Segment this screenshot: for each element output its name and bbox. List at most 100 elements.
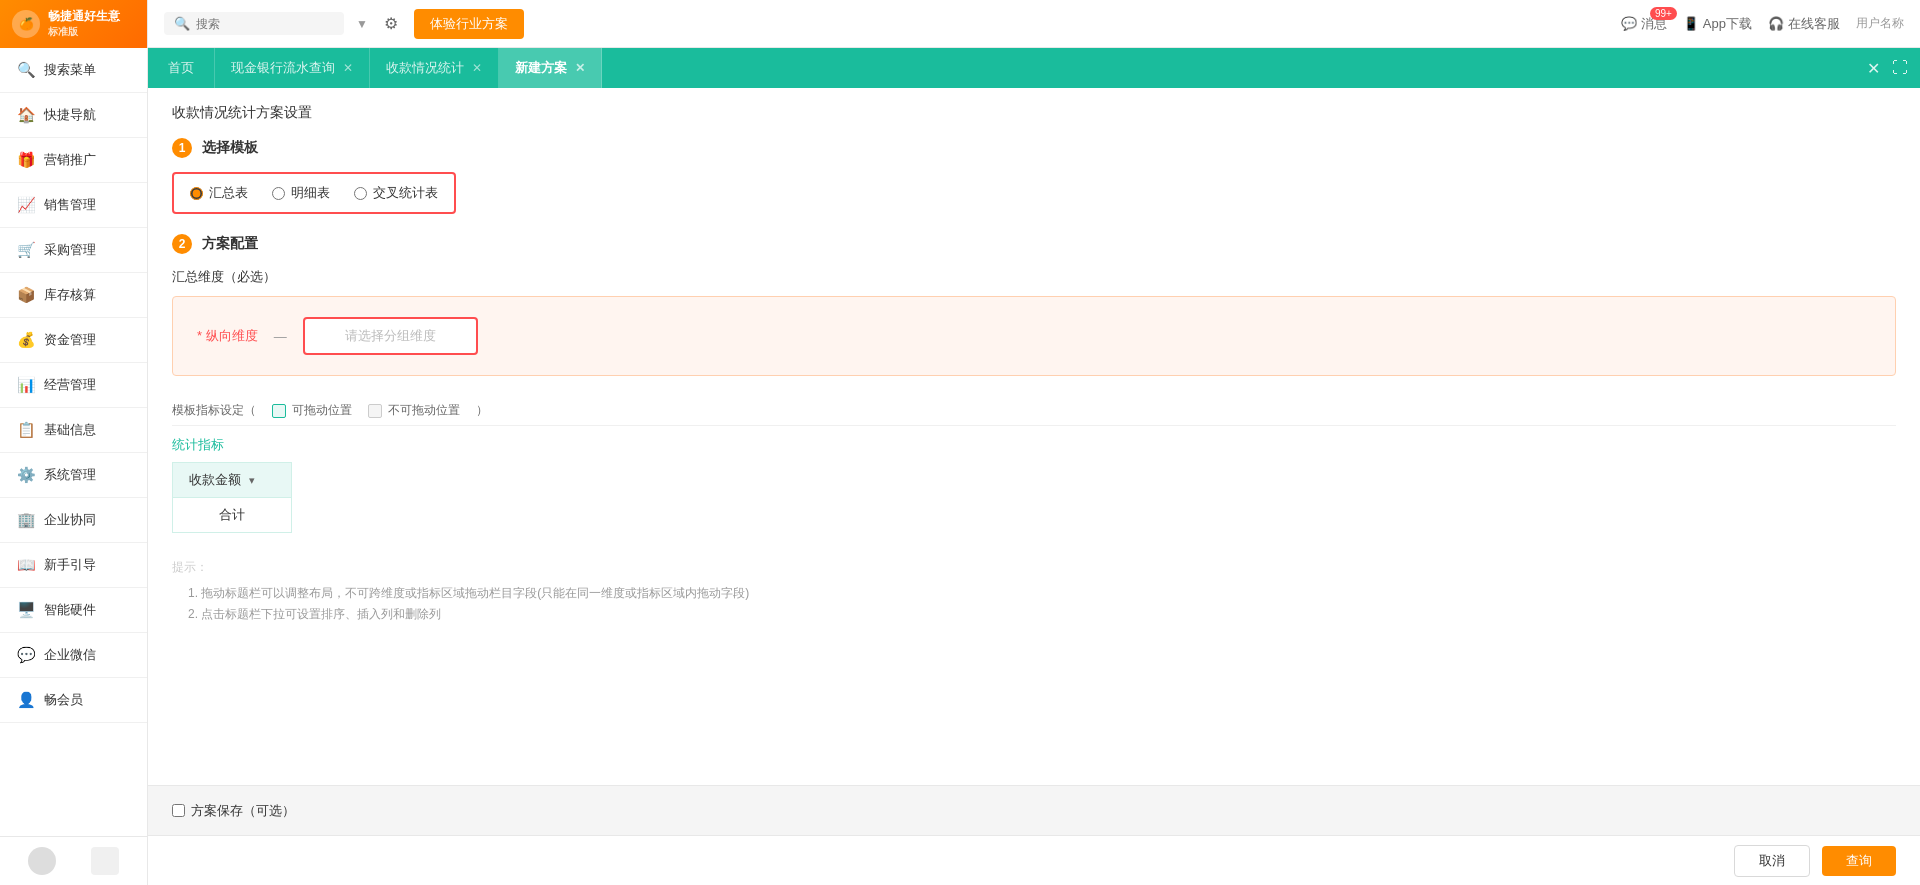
page-footer: 方案保存（可选） — [148, 785, 1920, 835]
sidebar-item-marketing[interactable]: 🎁 营销推广 — [0, 138, 147, 183]
tab-close-all-button[interactable]: ✕ — [1867, 59, 1880, 78]
sidebar-item-system[interactable]: ⚙️ 系统管理 — [0, 453, 147, 498]
trial-button[interactable]: 体验行业方案 — [414, 9, 524, 39]
col-header-dropdown-icon[interactable]: ▾ — [249, 474, 255, 487]
sidebar-item-quicknav[interactable]: 🏠 快捷导航 — [0, 93, 147, 138]
sidebar-item-enterprise[interactable]: 🏢 企业协同 — [0, 498, 147, 543]
inventory-icon: 📦 — [16, 285, 36, 305]
page-content: 收款情况统计方案设置 1 选择模板 汇总表 明细表 — [148, 88, 1920, 785]
template-selection-box: 汇总表 明细表 交叉统计表 — [172, 172, 456, 214]
section2-num: 2 — [172, 234, 192, 254]
tab-home[interactable]: 首页 — [148, 48, 215, 88]
tab-bank[interactable]: 现金银行流水查询 ✕ — [215, 48, 370, 88]
member-icon: 👤 — [16, 690, 36, 710]
sidebar-item-member[interactable]: 👤 畅会员 — [0, 678, 147, 723]
section1-title: 选择模板 — [202, 139, 258, 157]
no-drag-indicator: 不可拖动位置 — [368, 402, 460, 419]
chevron-down-icon[interactable]: ▼ — [356, 17, 368, 31]
enterprise-icon: 🏢 — [16, 510, 36, 530]
message-badge: 99+ — [1650, 7, 1677, 20]
tip1: 1. 拖动标题栏可以调整布局，不可跨维度或指标区域拖动栏目字段(只能在同一维度或… — [172, 583, 1896, 605]
save-checkbox[interactable] — [172, 804, 185, 817]
tab-new-plan-close[interactable]: ✕ — [575, 61, 585, 75]
tab-new-plan[interactable]: 新建方案 ✕ — [499, 48, 602, 88]
purchase-icon: 🛒 — [16, 240, 36, 260]
search-icon: 🔍 — [16, 60, 36, 80]
metrics-col-header[interactable]: 收款金额 ▾ — [172, 462, 292, 498]
sidebar-item-finance[interactable]: 💰 资金管理 — [0, 318, 147, 363]
guide-icon: 📖 — [16, 555, 36, 575]
sidebar: 🍊 畅捷通好生意 标准版 🔍 搜索菜单 🏠 快捷导航 🎁 营销推广 📈 销售管理… — [0, 0, 148, 885]
dimension-select-box[interactable]: 请选择分组维度 — [303, 317, 478, 355]
metrics-cell-total: 合计 — [172, 498, 292, 533]
dimension-row: * 纵向维度 — 请选择分组维度 — [197, 317, 1871, 355]
tip2: 2. 点击标题栏下拉可设置排序、插入列和删除列 — [172, 604, 1896, 626]
no-drag-indicator-box — [368, 404, 382, 418]
draggable-indicator: 可拖动位置 — [272, 402, 352, 419]
tab-fullscreen-button[interactable]: ⛶ — [1892, 59, 1908, 77]
home-icon: 🏠 — [16, 105, 36, 125]
sidebar-item-inventory[interactable]: 📦 库存核算 — [0, 273, 147, 318]
save-checkbox-label[interactable]: 方案保存（可选） — [172, 802, 295, 820]
tips-section: 提示： 1. 拖动标题栏可以调整布局，不可跨维度或指标区域拖动栏目字段(只能在同… — [172, 557, 1896, 626]
dimension-area: * 纵向维度 — 请选择分组维度 — [172, 296, 1896, 376]
template-radio-summary[interactable] — [190, 187, 203, 200]
template-option-detail[interactable]: 明细表 — [272, 184, 330, 202]
search-icon: 🔍 — [174, 16, 190, 31]
tabbar-actions: ✕ ⛶ — [1855, 48, 1920, 88]
message-icon: 💬 — [1621, 16, 1637, 31]
operations-icon: 📊 — [16, 375, 36, 395]
tabbar: 首页 现金银行流水查询 ✕ 收款情况统计 ✕ 新建方案 ✕ ✕ ⛶ — [148, 48, 1920, 88]
sidebar-item-basic[interactable]: 📋 基础信息 — [0, 408, 147, 453]
download-button[interactable]: 📱 App下载 — [1683, 15, 1752, 33]
logo-icon: 🍊 — [12, 10, 40, 38]
metrics-header: 模板指标设定（ 可拖动位置 不可拖动位置 ） — [172, 396, 1896, 426]
tab-stats-close[interactable]: ✕ — [472, 61, 482, 75]
hardware-icon: 🖥️ — [16, 600, 36, 620]
template-option-cross[interactable]: 交叉统计表 — [354, 184, 438, 202]
marketing-icon: 🎁 — [16, 150, 36, 170]
sidebar-item-guide[interactable]: 📖 新手引导 — [0, 543, 147, 588]
sidebar-bottom — [0, 836, 147, 885]
cancel-button[interactable]: 取消 — [1734, 845, 1810, 877]
avatar2 — [91, 847, 119, 875]
avatar — [28, 847, 56, 875]
template-radio-detail[interactable] — [272, 187, 285, 200]
section1-header: 1 选择模板 — [172, 138, 1896, 158]
sidebar-item-sales[interactable]: 📈 销售管理 — [0, 183, 147, 228]
action-bar: 取消 查询 — [148, 835, 1920, 885]
logo: 🍊 畅捷通好生意 标准版 — [0, 0, 147, 48]
sidebar-item-wechat[interactable]: 💬 企业微信 — [0, 633, 147, 678]
content-area: 收款情况统计方案设置 1 选择模板 汇总表 明细表 — [148, 88, 1920, 785]
sidebar-item-search[interactable]: 🔍 搜索菜单 — [0, 48, 147, 93]
wechat-icon: 💬 — [16, 645, 36, 665]
service-button[interactable]: 🎧 在线客服 — [1768, 15, 1840, 33]
dimension-subtitle: 汇总维度（必选） — [172, 268, 1896, 286]
page-title: 收款情况统计方案设置 — [172, 104, 1896, 122]
query-button[interactable]: 查询 — [1822, 846, 1896, 876]
service-icon: 🎧 — [1768, 16, 1784, 31]
sidebar-item-hardware[interactable]: 🖥️ 智能硬件 — [0, 588, 147, 633]
section1-num: 1 — [172, 138, 192, 158]
sales-icon: 📈 — [16, 195, 36, 215]
template-radio-cross[interactable] — [354, 187, 367, 200]
metrics-table: 收款金额 ▾ 合计 — [172, 462, 292, 533]
metrics-section: 模板指标设定（ 可拖动位置 不可拖动位置 ） 统计指标 — [172, 396, 1896, 533]
download-icon: 📱 — [1683, 16, 1699, 31]
message-button[interactable]: 💬 消息 99+ — [1621, 15, 1667, 33]
tab-stats[interactable]: 收款情况统计 ✕ — [370, 48, 499, 88]
system-icon: ⚙️ — [16, 465, 36, 485]
topbar: 🔍 ▼ ⚙ 体验行业方案 💬 消息 99+ 📱 App下载 🎧 在线客服 用户名… — [148, 0, 1920, 48]
sidebar-item-operations[interactable]: 📊 经营管理 — [0, 363, 147, 408]
tab-bank-close[interactable]: ✕ — [343, 61, 353, 75]
metrics-label: 统计指标 — [172, 436, 1896, 454]
search-input[interactable] — [196, 17, 326, 31]
sidebar-item-purchase[interactable]: 🛒 采购管理 — [0, 228, 147, 273]
topbar-search-box: 🔍 — [164, 12, 344, 35]
template-option-summary[interactable]: 汇总表 — [190, 184, 248, 202]
vertical-dimension-label: * 纵向维度 — [197, 327, 258, 345]
section2-title: 方案配置 — [202, 235, 258, 253]
drag-indicator-box — [272, 404, 286, 418]
dimension-arrow: — — [274, 329, 287, 344]
settings-icon[interactable]: ⚙ — [380, 10, 402, 37]
